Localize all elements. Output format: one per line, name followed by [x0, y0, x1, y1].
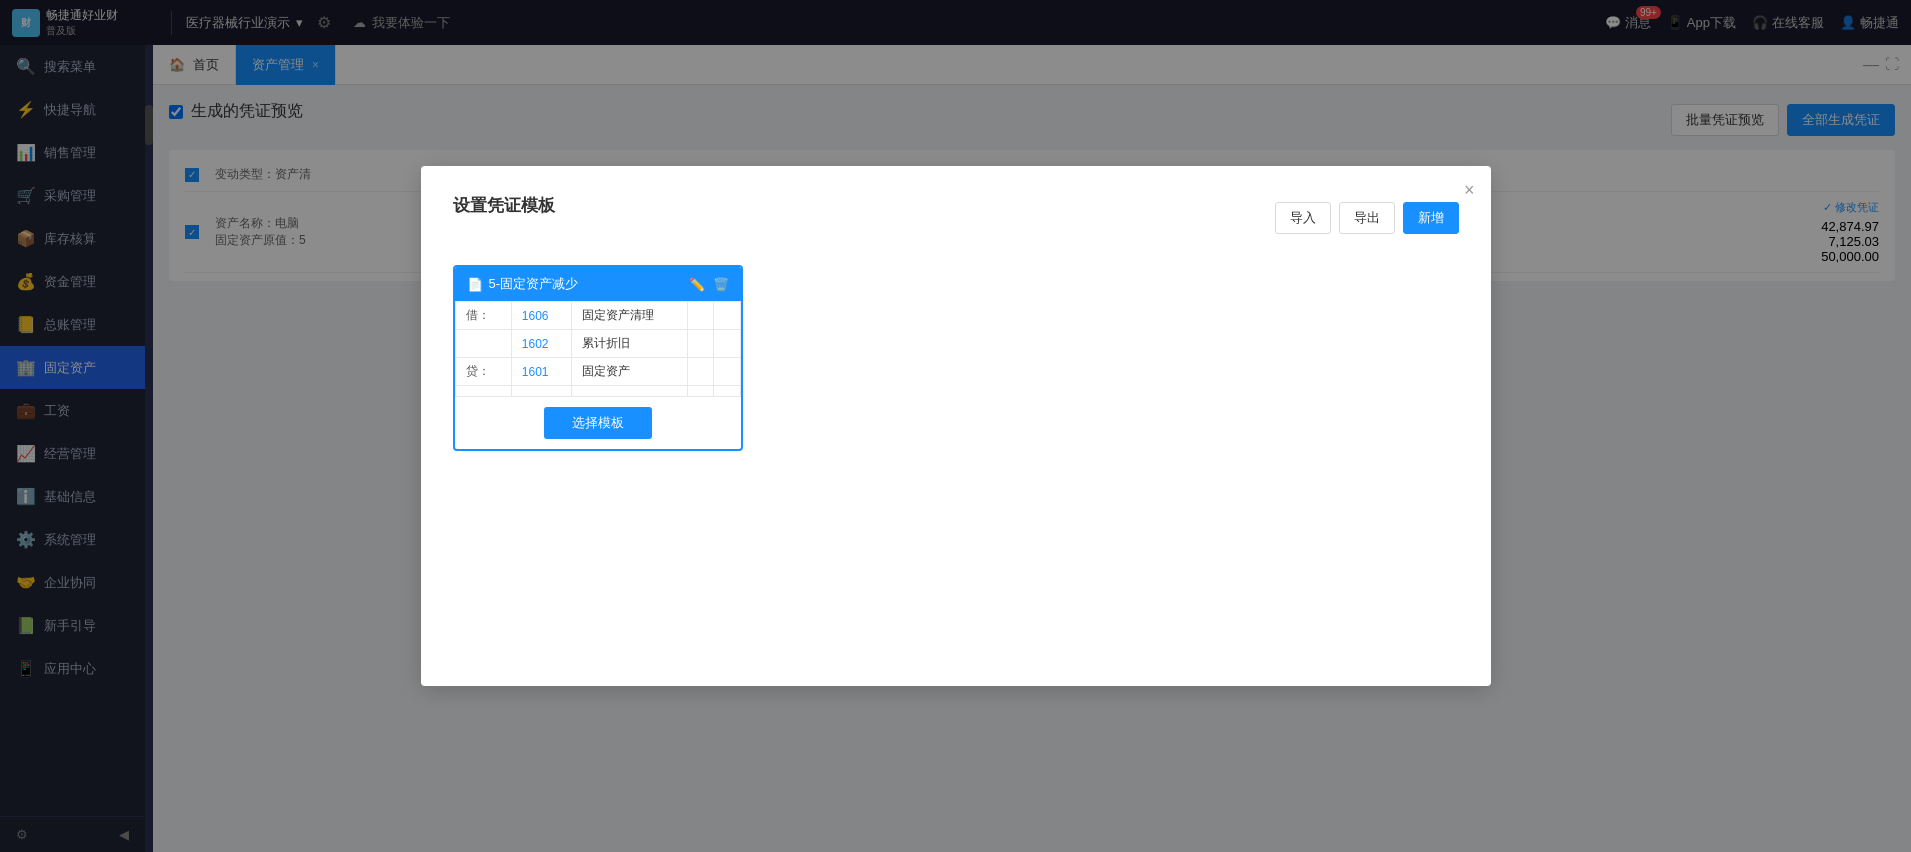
new-template-btn[interactable]: 新增: [1403, 202, 1459, 234]
modal-close-btn[interactable]: ×: [1464, 180, 1475, 201]
template-entries-table: 借： 1606 固定资产清理 1602 累计折旧: [455, 301, 741, 397]
export-btn[interactable]: 导出: [1339, 202, 1395, 234]
template-entry-row: 贷： 1601 固定资产: [455, 358, 740, 386]
template-card-header: 📄 5-固定资产减少 ✏️ 🗑️: [455, 267, 741, 301]
modal-title: 设置凭证模板: [453, 194, 555, 217]
template-entry-row: 1602 累计折旧: [455, 330, 740, 358]
template-grid: 📄 5-固定资产减少 ✏️ 🗑️ 借： 1606: [453, 265, 1459, 451]
delete-icon[interactable]: 🗑️: [713, 277, 729, 292]
template-entry-empty: [455, 386, 740, 397]
template-doc-icon: 📄: [467, 277, 483, 292]
edit-icon[interactable]: ✏️: [689, 277, 705, 292]
template-card-body: 借： 1606 固定资产清理 1602 累计折旧: [455, 301, 741, 397]
select-template-btn[interactable]: 选择模板: [544, 407, 652, 439]
modal-header: 设置凭证模板 导入 导出 新增: [453, 194, 1459, 241]
template-card: 📄 5-固定资产减少 ✏️ 🗑️ 借： 1606: [453, 265, 743, 451]
template-card-footer: 选择模板: [455, 397, 741, 449]
modal-overlay[interactable]: × 设置凭证模板 导入 导出 新增 📄 5-固定资产减少 ✏️ 🗑️: [0, 0, 1911, 852]
modal-dialog: × 设置凭证模板 导入 导出 新增 📄 5-固定资产减少 ✏️ 🗑️: [421, 166, 1491, 686]
import-btn[interactable]: 导入: [1275, 202, 1331, 234]
modal-actions: 导入 导出 新增: [1275, 202, 1459, 234]
template-entry-row: 借： 1606 固定资产清理: [455, 302, 740, 330]
template-header-actions: ✏️ 🗑️: [689, 277, 729, 292]
